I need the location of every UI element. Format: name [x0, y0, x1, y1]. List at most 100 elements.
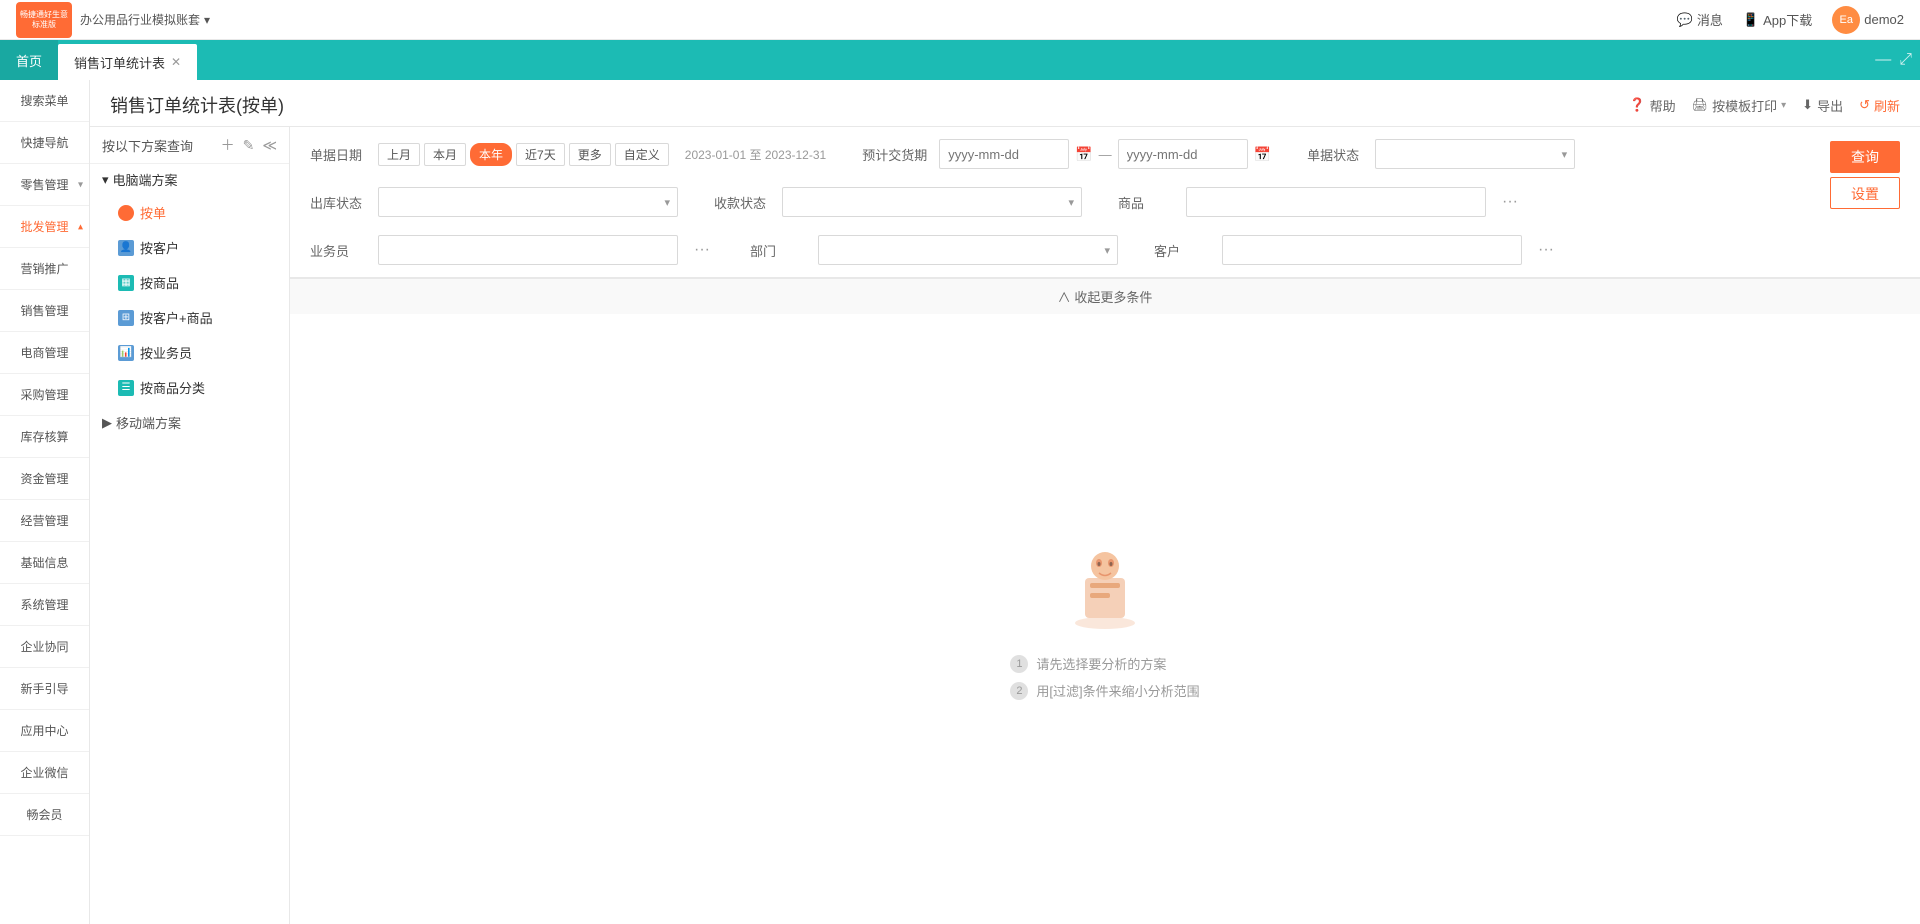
- goods-input[interactable]: [1186, 187, 1486, 217]
- calendar-start-icon[interactable]: 📅: [1075, 146, 1092, 163]
- sidebar-item-finance[interactable]: 资金管理: [0, 458, 89, 500]
- page-title: 销售订单统计表(按单): [110, 92, 284, 118]
- hint-text-2: 用[过滤]条件来缩小分析范围: [1036, 681, 1199, 700]
- page-header: 销售订单统计表(按单) ❓ 帮助 🖨 按模板打印 ▾ ⬇ 导出 ↺ 刷新: [90, 80, 1920, 127]
- scheme-item-by-customer[interactable]: 👤 按客户: [102, 230, 289, 265]
- scheme-label-by-cust-prod: 按客户+商品: [140, 308, 213, 327]
- top-bar-right: 💬 消息 📱 App下载 Ea demo2: [1677, 6, 1904, 34]
- sidebar-item-basic[interactable]: 基础信息: [0, 542, 89, 584]
- customer-more-btn[interactable]: ···: [1534, 241, 1558, 259]
- receipt-status-select[interactable]: [782, 187, 1082, 217]
- collapse-label: 收起更多条件: [1074, 290, 1152, 305]
- query-btn[interactable]: 查询: [1830, 141, 1900, 173]
- calendar-end-icon[interactable]: 📅: [1254, 146, 1271, 163]
- dept-select[interactable]: [818, 235, 1118, 265]
- goods-more-btn[interactable]: ···: [1498, 193, 1522, 211]
- app-download-label: App下载: [1763, 10, 1812, 29]
- scheme-icon-by-product: ▦: [118, 275, 134, 291]
- mobile-scheme-group[interactable]: ▶ 移动端方案: [90, 405, 289, 440]
- scheme-item-by-product[interactable]: ▦ 按商品: [102, 265, 289, 300]
- maximize-icon[interactable]: ⤢: [1899, 51, 1912, 69]
- sidebar-item-marketing[interactable]: 营销推广: [0, 248, 89, 290]
- scheme-label-by-customer: 按客户: [140, 238, 179, 257]
- date-btn-last-month[interactable]: 上月: [378, 143, 420, 166]
- tab-home[interactable]: 首页: [0, 40, 58, 80]
- sidebar-item-search-menu[interactable]: 搜索菜单: [0, 80, 89, 122]
- scheme-item-by-category[interactable]: ☰ 按商品分类: [102, 370, 289, 405]
- dept-select-wrapper: [818, 235, 1118, 265]
- edit-scheme-icon[interactable]: ✎: [243, 137, 255, 154]
- scheme-label-by-salesperson: 按业务员: [140, 343, 192, 362]
- sidebar-item-guide[interactable]: 新手引导: [0, 668, 89, 710]
- export-btn[interactable]: ⬇ 导出: [1802, 96, 1843, 115]
- empty-hint-2: 2 用[过滤]条件来缩小分析范围: [1010, 681, 1199, 700]
- filter-row-1: 单据日期 上月 本月 本年 近7天 更多 自定义 2023-01-01 至 20…: [310, 139, 1814, 169]
- sidebar-item-appcenter[interactable]: 应用中心: [0, 710, 89, 752]
- out-status-select[interactable]: [378, 187, 678, 217]
- salesperson-more-btn[interactable]: ···: [690, 241, 714, 259]
- collapse-bar[interactable]: ∧ 收起更多条件: [290, 278, 1920, 314]
- page-actions: ❓ 帮助 🖨 按模板打印 ▾ ⬇ 导出 ↺ 刷新: [1629, 96, 1900, 115]
- date-btn-this-year[interactable]: 本年: [470, 143, 512, 166]
- help-icon: ❓: [1629, 97, 1645, 113]
- print-template-btn[interactable]: 🖨 按模板打印 ▾: [1692, 96, 1787, 115]
- add-scheme-icon[interactable]: ＋: [221, 135, 235, 155]
- right-content: 单据日期 上月 本月 本年 近7天 更多 自定义 2023-01-01 至 20…: [290, 127, 1920, 924]
- expected-date-start-input[interactable]: [939, 139, 1069, 169]
- expand-icon: ▾: [102, 172, 109, 188]
- sidebar-item-enterprise[interactable]: 企业协同: [0, 626, 89, 668]
- status-select[interactable]: [1375, 139, 1575, 169]
- hint-num-2: 2: [1010, 682, 1028, 700]
- sidebar-item-ecom[interactable]: 电商管理: [0, 332, 89, 374]
- company-dropdown-icon: ▾: [204, 13, 210, 27]
- scheme-icon-by-category: ☰: [118, 380, 134, 396]
- sidebar-item-inventory[interactable]: 库存核算: [0, 416, 89, 458]
- date-btn-custom[interactable]: 自定义: [615, 143, 669, 166]
- dept-label: 部门: [750, 241, 806, 260]
- sidebar-item-system[interactable]: 系统管理: [0, 584, 89, 626]
- filters-and-content: 按以下方案查询 ＋ ✎ ≪ ▾ 电脑端方案 按单: [90, 127, 1920, 924]
- status-select-wrapper: [1375, 139, 1575, 169]
- help-btn[interactable]: ❓ 帮助: [1629, 96, 1675, 115]
- sidebar-item-operation[interactable]: 经营管理: [0, 500, 89, 542]
- messages-btn[interactable]: 💬 消息: [1677, 10, 1723, 29]
- sidebar-item-member[interactable]: 畅会员: [0, 794, 89, 836]
- scheme-group-pc-title[interactable]: ▾ 电脑端方案: [90, 164, 289, 195]
- scheme-item-by-order[interactable]: 按单: [102, 195, 289, 230]
- scheme-icon-by-customer: 👤: [118, 240, 134, 256]
- company-selector[interactable]: 办公用品行业模拟账套 ▾: [80, 11, 210, 28]
- app-download-btn[interactable]: 📱 App下载: [1743, 10, 1812, 29]
- tab-sales-stat[interactable]: 销售订单统计表 ✕: [58, 44, 197, 80]
- date-btn-last7[interactable]: 近7天: [516, 143, 565, 166]
- minimize-icon[interactable]: —: [1875, 51, 1891, 69]
- sidebar-item-wholesale[interactable]: 批发管理▴: [0, 206, 89, 248]
- scheme-label-by-product: 按商品: [140, 273, 179, 292]
- receipt-status-select-wrapper: [782, 187, 1082, 217]
- expected-date-end-input[interactable]: [1118, 139, 1248, 169]
- scheme-sub-items: 按单 👤 按客户 ▦ 按商品 ⊞ 按客户+商品: [90, 195, 289, 405]
- sidebar-item-retail[interactable]: 零售管理▾: [0, 164, 89, 206]
- sidebar-item-enterprise-wx[interactable]: 企业微信: [0, 752, 89, 794]
- sidebar-item-purchase[interactable]: 采购管理: [0, 374, 89, 416]
- username: demo2: [1864, 12, 1904, 27]
- collapse-icon: ∧: [1058, 290, 1071, 305]
- customer-input[interactable]: [1222, 235, 1522, 265]
- close-tab-icon[interactable]: ✕: [171, 55, 181, 69]
- filter-row-3: 业务员 ··· 部门 客户: [310, 235, 1814, 265]
- print-icon: 🖨: [1692, 97, 1709, 113]
- scheme-item-by-salesperson[interactable]: 📊 按业务员: [102, 335, 289, 370]
- sidebar-item-quick-nav[interactable]: 快捷导航: [0, 122, 89, 164]
- salesperson-input[interactable]: [378, 235, 678, 265]
- settings-btn[interactable]: 设置: [1830, 177, 1900, 209]
- avatar: Ea: [1832, 6, 1860, 34]
- refresh-btn[interactable]: ↺ 刷新: [1859, 96, 1900, 115]
- main-content: 销售订单统计表(按单) ❓ 帮助 🖨 按模板打印 ▾ ⬇ 导出 ↺ 刷新: [90, 80, 1920, 924]
- user-profile-btn[interactable]: Ea demo2: [1832, 6, 1904, 34]
- sidebar-item-sales[interactable]: 销售管理: [0, 290, 89, 332]
- scheme-item-by-customer-product[interactable]: ⊞ 按客户+商品: [102, 300, 289, 335]
- filter-panel: 单据日期 上月 本月 本年 近7天 更多 自定义 2023-01-01 至 20…: [290, 127, 1920, 278]
- date-btn-this-month[interactable]: 本月: [424, 143, 466, 166]
- collapse-panel-icon[interactable]: ≪: [262, 137, 277, 154]
- filter-cols: 单据日期 上月 本月 本年 近7天 更多 自定义 2023-01-01 至 20…: [310, 139, 1814, 265]
- date-btn-more[interactable]: 更多: [569, 143, 611, 166]
